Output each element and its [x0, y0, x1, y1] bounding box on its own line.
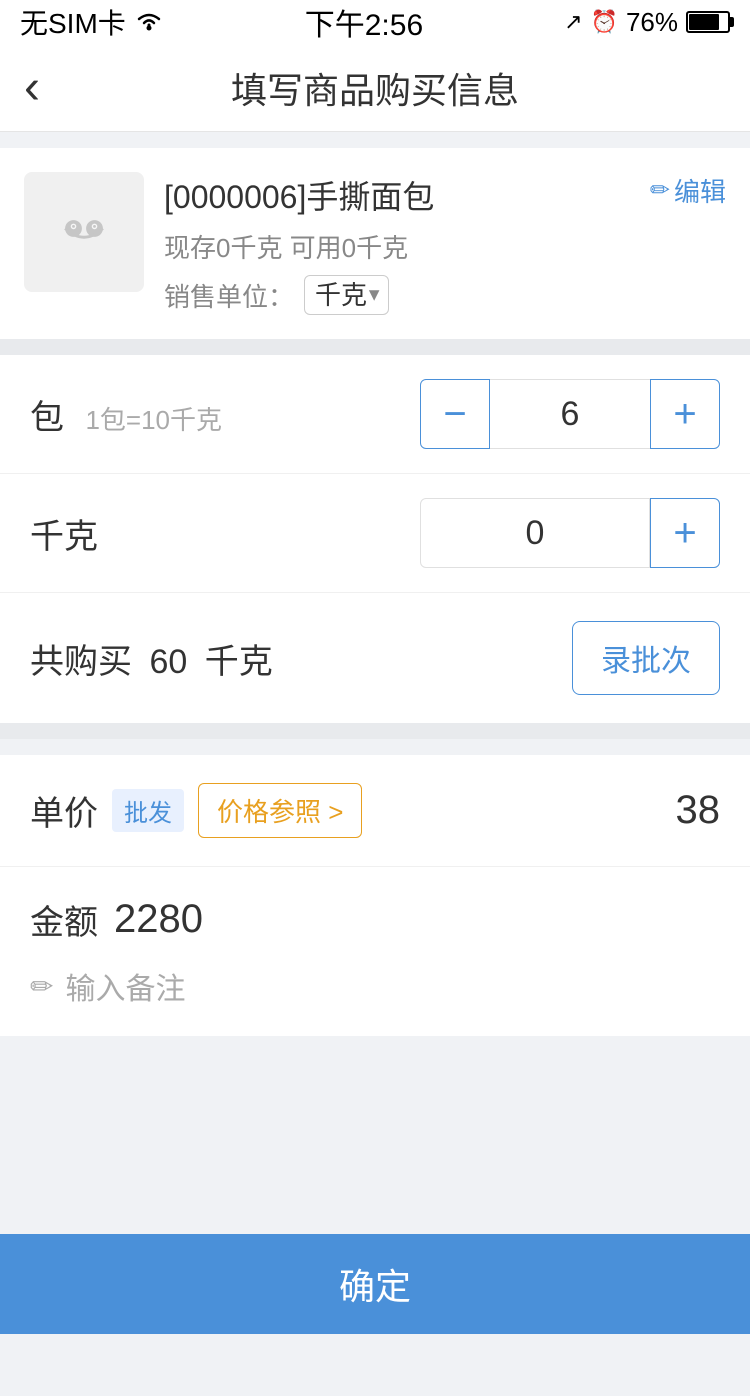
amount-section: 金额 2280 ✏ 输入备注 [0, 866, 750, 1036]
status-right: ↗ ⏰ 76% [564, 7, 730, 38]
total-amount: 60 [149, 643, 187, 681]
note-row[interactable]: ✏ 输入备注 [30, 964, 720, 1008]
bag-quantity-control: − + [420, 379, 720, 449]
alarm-icon: ⏰ [591, 9, 618, 35]
price-value: 38 [676, 788, 721, 833]
price-label: 单价 [30, 786, 98, 835]
kg-quantity-input[interactable] [420, 498, 650, 568]
kg-quantity-control: + [420, 498, 720, 568]
edit-button[interactable]: ✏ 编辑 [650, 172, 726, 209]
kg-plus-button[interactable]: + [650, 498, 720, 568]
status-time: 下午2:56 [305, 0, 423, 44]
bag-hint: 1包=10千克 [85, 405, 222, 435]
kg-input-row: 千克 + [0, 474, 750, 593]
product-unit-row: 销售单位： 千克 包 [164, 275, 726, 315]
status-bar: 无SIM卡 下午2:56 ↗ ⏰ 76% [0, 0, 750, 44]
kg-label: 千克 [30, 509, 420, 558]
product-stock: 现存0千克 可用0千克 [164, 228, 726, 265]
confirm-button[interactable]: 确定 [339, 1258, 411, 1310]
note-placeholder[interactable]: 输入备注 [65, 964, 185, 1008]
battery-icon [686, 11, 730, 33]
price-left: 单价 批发 价格参照 > [30, 783, 362, 838]
separator-1 [0, 339, 750, 355]
carrier-text: 无SIM卡 [20, 2, 126, 42]
product-info: [0000006]手撕面包 ✏ 编辑 现存0千克 可用0千克 销售单位： 千克 … [164, 172, 726, 315]
nav-bar: ‹ 填写商品购买信息 [0, 44, 750, 132]
battery-percent: 76% [626, 7, 678, 38]
product-card: [0000006]手撕面包 ✏ 编辑 现存0千克 可用0千克 销售单位： 千克 … [0, 148, 750, 339]
amount-value: 2280 [114, 897, 203, 942]
input-section: 包 1包=10千克 − + 千克 + [0, 355, 750, 593]
amount-row: 金额 2280 [30, 895, 720, 944]
bottom-content [0, 1036, 750, 1396]
price-section: 单价 批发 价格参照 > 38 [0, 755, 750, 866]
amount-label: 金额 [30, 895, 98, 944]
product-name: [0000006]手撕面包 [164, 172, 434, 218]
price-ref-button[interactable]: 价格参照 > [198, 783, 362, 838]
bag-plus-button[interactable]: + [650, 379, 720, 449]
product-thumbnail [24, 172, 144, 292]
location-icon: ↗ [564, 9, 582, 35]
separator-2 [0, 723, 750, 739]
back-button[interactable]: ‹ [24, 60, 40, 115]
edit-icon: ✏ [650, 176, 670, 205]
total-text: 共购买 60 千克 [30, 634, 273, 683]
unit-select-wrap[interactable]: 千克 包 [304, 275, 389, 315]
wifi-icon [134, 6, 164, 38]
status-carrier: 无SIM卡 [20, 2, 164, 42]
unit-select[interactable]: 千克 包 [304, 275, 389, 315]
bag-input-row: 包 1包=10千克 − + [0, 355, 750, 474]
bag-label: 包 1包=10千克 [30, 390, 420, 439]
product-logo-icon [49, 197, 119, 267]
bag-minus-button[interactable]: − [420, 379, 490, 449]
bag-quantity-input[interactable] [490, 379, 650, 449]
confirm-bar[interactable]: 确定 [0, 1234, 750, 1334]
note-icon: ✏ [30, 970, 53, 1003]
page-title: 填写商品购买信息 [231, 62, 519, 114]
price-tag: 批发 [112, 789, 184, 832]
batch-button[interactable]: 录批次 [572, 621, 720, 695]
total-row: 共购买 60 千克 录批次 [0, 593, 750, 723]
